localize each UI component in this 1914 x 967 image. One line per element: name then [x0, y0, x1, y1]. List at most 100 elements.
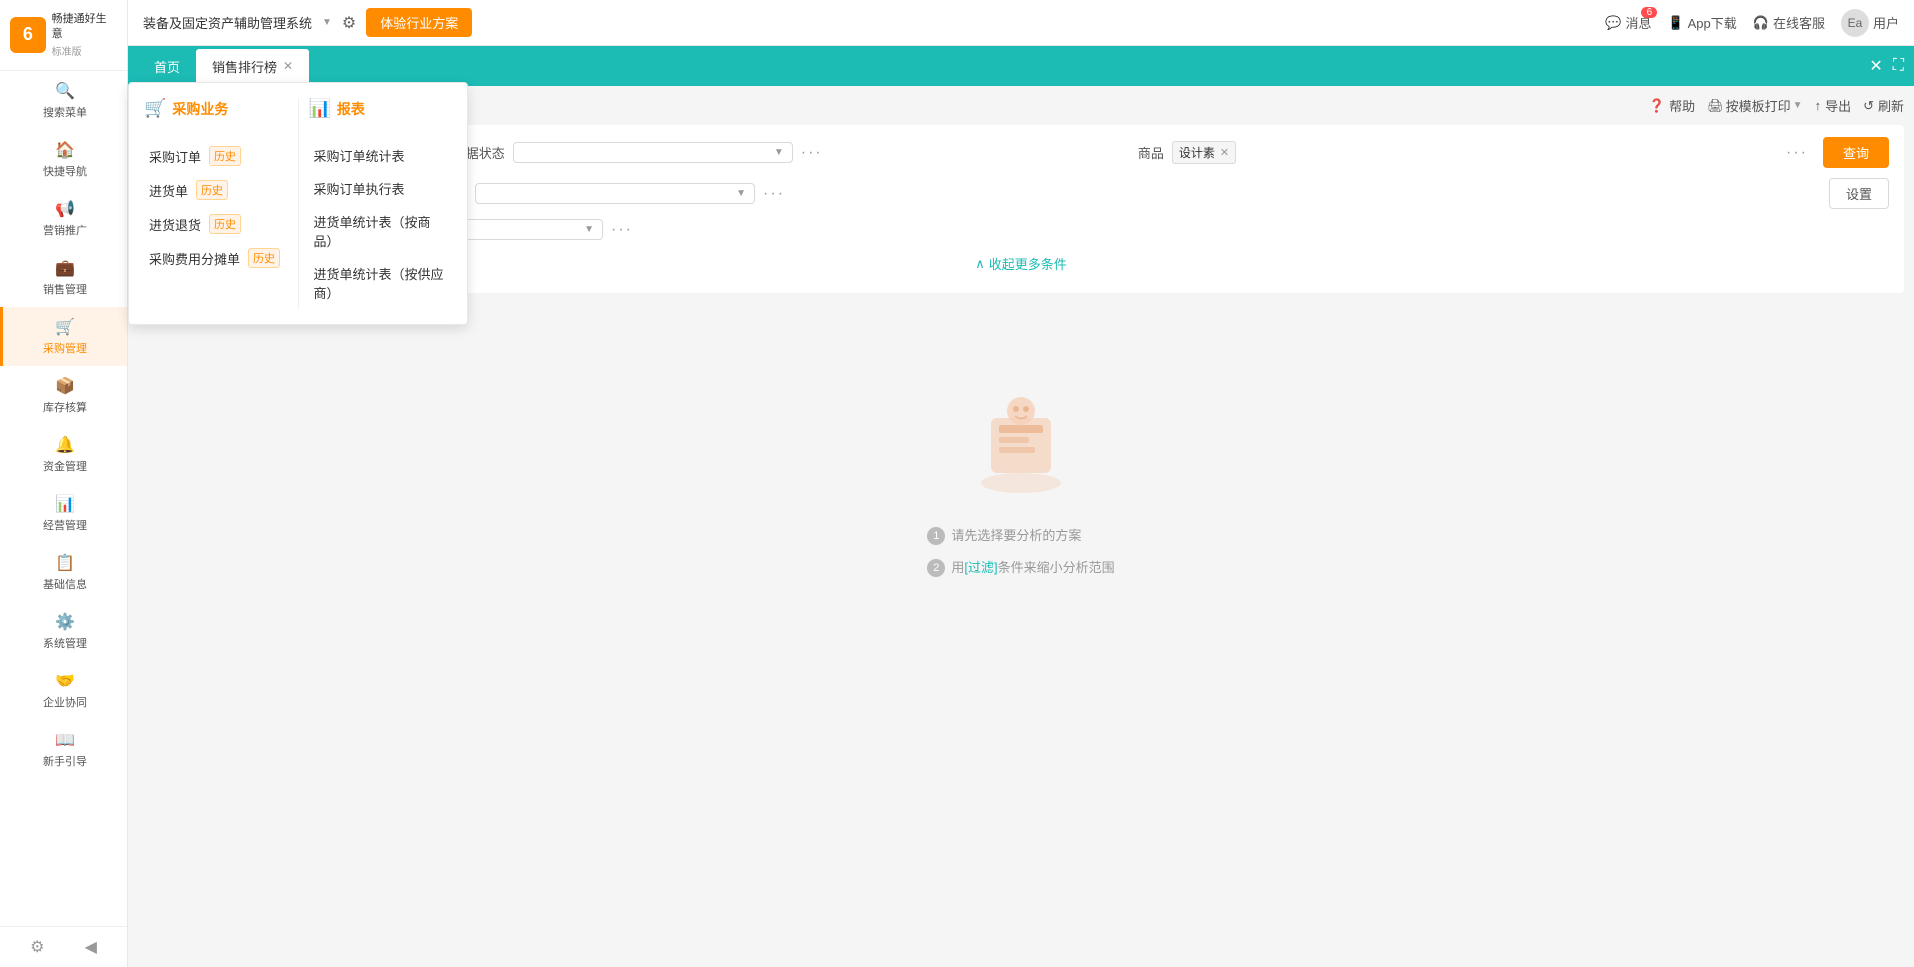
- purchase-col: 🛒 采购业务 采购订单 历史 进货单 历史 进货退货 历史 采购费用分摊单: [144, 98, 288, 309]
- sidebar-item-guide[interactable]: 📖 新手引导: [0, 720, 127, 779]
- sidebar-label-marketing: 营销推广: [43, 222, 87, 238]
- collapse-label: 收起更多条件: [989, 254, 1067, 273]
- voucher-status-select[interactable]: ▼: [513, 142, 793, 163]
- user-label: 用户: [1873, 13, 1899, 32]
- query-button[interactable]: 查询: [1823, 137, 1889, 168]
- tab-sales-rank[interactable]: 销售排行榜 ✕: [196, 49, 309, 84]
- tab-close-all-icon[interactable]: ✕: [1869, 56, 1882, 76]
- tip-text-1: 请先选择要分析的方案: [951, 523, 1081, 549]
- sidebar-label-search: 搜索菜单: [43, 104, 87, 120]
- sidebar: 6 畅捷通好生意 标准版 🔍 搜索菜单 🏠 快捷导航 📢 营销推广 💼: [0, 0, 128, 967]
- sidebar-label-system: 系统管理: [43, 635, 87, 651]
- sidebar-item-quick-nav[interactable]: 🏠 快捷导航: [0, 130, 127, 189]
- dropdown-item-inbound-by-supplier[interactable]: 进货单统计表（按供应商）: [309, 257, 453, 309]
- sidebar-item-basic[interactable]: 📋 基础信息: [0, 543, 127, 602]
- sidebar-item-inventory[interactable]: 📦 库存核算: [0, 366, 127, 425]
- salesperson-arrow: ▼: [736, 188, 746, 199]
- settings-button[interactable]: 设置: [1829, 178, 1889, 209]
- message-badge: 6: [1641, 7, 1657, 18]
- empty-tip-2: 2 用[过滤]条件来缩小分析范围: [927, 555, 1114, 581]
- sidebar-item-search[interactable]: 🔍 搜索菜单: [0, 71, 127, 130]
- dropdown-item-purchase-expense[interactable]: 采购费用分摊单 历史: [144, 241, 288, 275]
- logo-line2: 标准版: [52, 43, 117, 58]
- topbar: 装备及固定资产辅助管理系统 ▼ ⚙ 体验行业方案 💬 消息 6 📱 App下载 …: [128, 0, 1914, 46]
- headset-icon: 🎧: [1753, 15, 1769, 31]
- dropdown-item-inbound-by-goods[interactable]: 进货单统计表（按商品）: [309, 205, 453, 257]
- dropdown-item-inbound[interactable]: 进货单 历史: [144, 173, 288, 207]
- help-btn[interactable]: ❓ 帮助: [1649, 96, 1695, 115]
- print-btn[interactable]: 🖨 按模板打印 ▼: [1707, 96, 1802, 115]
- user-btn[interactable]: Ea 用户: [1841, 9, 1899, 37]
- topbar-right: 💬 消息 6 📱 App下载 🎧 在线客服 Ea 用户: [1605, 9, 1899, 37]
- history-badge-3: 历史: [248, 248, 280, 268]
- printer-icon: 🖨: [1707, 98, 1724, 114]
- tab-home[interactable]: 首页: [138, 49, 196, 84]
- sidebar-item-finance[interactable]: 🔔 资金管理: [0, 425, 127, 484]
- inventory-icon: 📦: [55, 376, 75, 396]
- filter-highlight: [过滤]: [964, 560, 997, 575]
- refresh-label: 刷新: [1878, 96, 1904, 115]
- sidebar-label-basic: 基础信息: [43, 576, 87, 592]
- empty-illustration: [961, 383, 1081, 503]
- purchase-icon: 🛒: [55, 317, 75, 337]
- sidebar-settings-btn[interactable]: ⚙: [30, 937, 44, 957]
- history-badge-1: 历史: [196, 180, 228, 200]
- industry-btn[interactable]: 体验行业方案: [366, 8, 472, 37]
- dropdown-item-label-order-stats: 采购订单统计表: [314, 146, 405, 165]
- dropdown-item-label-order-exec: 采购订单执行表: [314, 179, 405, 198]
- operations-icon: 📊: [55, 494, 75, 514]
- goods-filter: 商品 设计素 ✕ ···: [1138, 141, 1808, 164]
- logo-text-group: 畅捷通好生意 标准版: [52, 12, 117, 58]
- goods-tag: 设计素 ✕: [1172, 141, 1236, 164]
- enterprise-icon: 🤝: [55, 671, 75, 691]
- sidebar-item-enterprise[interactable]: 🤝 企业协同: [0, 661, 127, 720]
- voucher-status-dots[interactable]: ···: [801, 144, 823, 162]
- export-btn[interactable]: ↑ 导出: [1815, 96, 1852, 115]
- dropdown-item-label-inbound-by-supplier: 进货单统计表（按供应商）: [314, 264, 448, 302]
- marketing-icon: 📢: [55, 199, 75, 219]
- empty-tip-1: 1 请先选择要分析的方案: [927, 523, 1114, 549]
- dropdown-item-order-stats[interactable]: 采购订单统计表: [309, 139, 453, 172]
- sidebar-item-purchase[interactable]: 🛒 采购管理: [0, 307, 127, 366]
- home-icon: 🏠: [55, 140, 75, 160]
- refresh-btn[interactable]: ↺ 刷新: [1863, 96, 1904, 115]
- report-col: 📊 报表 采购订单统计表 采购订单执行表 进货单统计表（按商品） 进货单统计表（…: [309, 98, 453, 309]
- sidebar-item-system[interactable]: ⚙️ 系统管理: [0, 602, 127, 661]
- salesperson-dots[interactable]: ···: [763, 185, 785, 203]
- collapse-btn[interactable]: ∧ 收起更多条件: [975, 254, 1067, 273]
- sidebar-item-operations[interactable]: 📊 经营管理: [0, 484, 127, 543]
- history-badge-2: 历史: [209, 214, 241, 234]
- dropdown-cols: 🛒 采购业务 采购订单 历史 进货单 历史 进货退货 历史 采购费用分摊单: [144, 98, 452, 309]
- avatar-letter: Ea: [1848, 16, 1863, 30]
- app-download-btn[interactable]: 📱 App下载: [1667, 13, 1736, 32]
- goods-dots[interactable]: ···: [1786, 144, 1808, 162]
- search-icon: 🔍: [55, 81, 75, 101]
- system-icon: ⚙️: [55, 612, 75, 632]
- sidebar-label-inventory: 库存核算: [43, 399, 87, 415]
- gear-icon[interactable]: ⚙: [342, 13, 356, 33]
- sidebar-label-enterprise: 企业协同: [43, 694, 87, 710]
- tab-fullscreen-icon[interactable]: ⛶: [1893, 57, 1904, 75]
- report-col-label: 报表: [337, 99, 365, 119]
- dropdown-item-order-exec[interactable]: 采购订单执行表: [309, 172, 453, 205]
- sidebar-item-sales[interactable]: 💼 销售管理: [0, 248, 127, 307]
- sidebar-label-finance: 资金管理: [43, 458, 87, 474]
- app-logo: 6 畅捷通好生意 标准版: [0, 0, 127, 71]
- online-service-btn[interactable]: 🎧 在线客服: [1753, 13, 1825, 32]
- sidebar-collapse-btn[interactable]: ◀: [85, 937, 97, 957]
- sidebar-item-marketing[interactable]: 📢 营销推广: [0, 189, 127, 248]
- system-dropdown[interactable]: ▼: [322, 17, 332, 28]
- goods-tag-close-icon[interactable]: ✕: [1220, 146, 1229, 159]
- sales-icon: 💼: [55, 258, 75, 278]
- dropdown-item-purchase-order[interactable]: 采购订单 历史: [144, 139, 288, 173]
- salesperson-select[interactable]: ▼: [475, 183, 755, 204]
- phone-icon: 📱: [1667, 15, 1683, 31]
- dropdown-item-inbound-return[interactable]: 进货退货 历史: [144, 207, 288, 241]
- logo-icon: 6: [10, 17, 46, 53]
- message-btn[interactable]: 💬 消息 6: [1605, 13, 1651, 32]
- tab-close-icon[interactable]: ✕: [283, 59, 293, 73]
- export-icon: ↑: [1815, 98, 1822, 113]
- help-label: 帮助: [1669, 96, 1695, 115]
- customer-dots[interactable]: ···: [611, 221, 633, 239]
- sidebar-label-operations: 经营管理: [43, 517, 87, 533]
